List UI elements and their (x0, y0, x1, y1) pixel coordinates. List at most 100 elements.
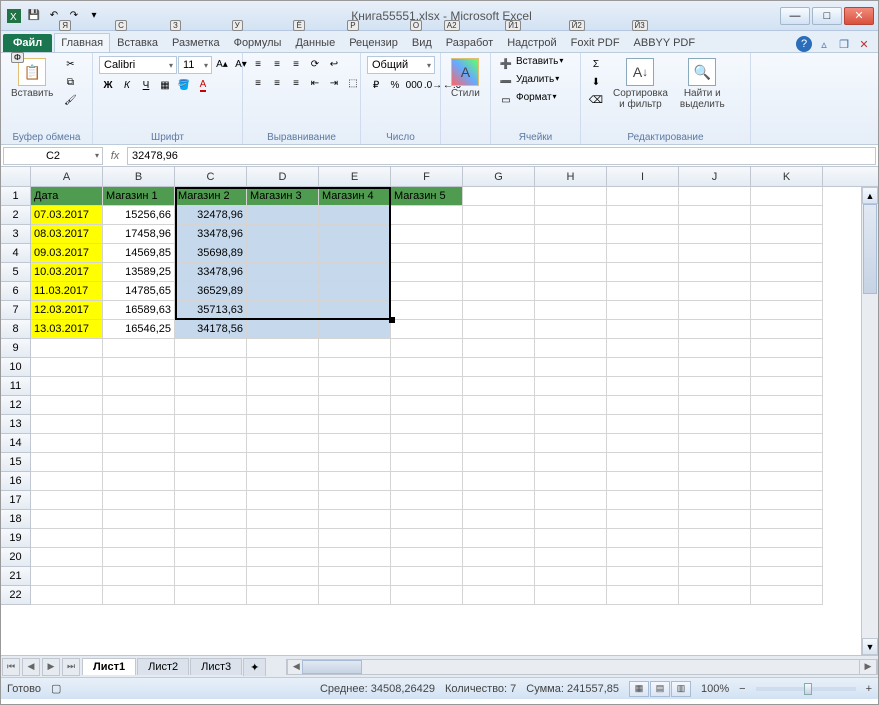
orientation-icon[interactable]: ⟳ (306, 56, 324, 72)
cell[interactable] (175, 510, 247, 529)
cell[interactable] (319, 225, 391, 244)
cell[interactable] (535, 567, 607, 586)
cell[interactable] (391, 320, 463, 339)
row-header[interactable]: 9 (1, 339, 31, 358)
cell[interactable]: 32478,96 (175, 206, 247, 225)
cell[interactable] (463, 339, 535, 358)
column-header-J[interactable]: J (679, 167, 751, 186)
cell[interactable] (463, 320, 535, 339)
cell[interactable] (319, 377, 391, 396)
cell[interactable] (247, 206, 319, 225)
cell[interactable]: 07.03.2017 (31, 206, 103, 225)
grow-font-icon[interactable]: A▴ (213, 56, 231, 72)
cell[interactable]: Магазин 5 (391, 187, 463, 206)
copy-icon[interactable]: ⧉ (61, 74, 79, 90)
cell[interactable] (463, 282, 535, 301)
column-header-I[interactable]: I (607, 167, 679, 186)
cell[interactable] (607, 339, 679, 358)
cell[interactable] (319, 491, 391, 510)
cell[interactable] (319, 263, 391, 282)
cell[interactable] (535, 396, 607, 415)
cell[interactable] (247, 491, 319, 510)
normal-view-icon[interactable]: ▦ (629, 681, 649, 697)
cell[interactable] (31, 434, 103, 453)
hscroll-thumb[interactable] (302, 660, 362, 674)
cell[interactable] (175, 396, 247, 415)
ribbon-tab-abbyy pdf[interactable]: ABBYY PDFЙ3 (627, 33, 703, 52)
insert-cells-button[interactable]: ➕Вставить▾ (497, 56, 563, 72)
cell[interactable]: 34178,56 (175, 320, 247, 339)
cell[interactable] (391, 415, 463, 434)
increase-decimal-icon[interactable]: .0→ (424, 77, 442, 93)
excel-icon[interactable]: X (5, 7, 23, 25)
row-header[interactable]: 2 (1, 206, 31, 225)
column-header-G[interactable]: G (463, 167, 535, 186)
cell[interactable]: Магазин 1 (103, 187, 175, 206)
qat-dropdown-icon[interactable]: ▾ (85, 7, 103, 25)
cell[interactable] (679, 339, 751, 358)
cell[interactable] (175, 453, 247, 472)
cell[interactable] (247, 396, 319, 415)
cell[interactable] (31, 491, 103, 510)
cell[interactable] (607, 586, 679, 605)
cell[interactable] (391, 206, 463, 225)
cell[interactable] (463, 434, 535, 453)
font-name-combo[interactable]: Calibri (99, 56, 177, 74)
cell[interactable] (751, 263, 823, 282)
cell[interactable] (319, 301, 391, 320)
cell[interactable] (31, 415, 103, 434)
cell[interactable] (247, 263, 319, 282)
cell[interactable] (679, 282, 751, 301)
cell[interactable] (175, 377, 247, 396)
cell[interactable] (175, 415, 247, 434)
cell[interactable] (751, 510, 823, 529)
cell[interactable]: 16546,25 (103, 320, 175, 339)
cell[interactable] (679, 301, 751, 320)
cell[interactable] (679, 396, 751, 415)
cell[interactable] (391, 244, 463, 263)
cell[interactable] (607, 187, 679, 206)
cell[interactable] (607, 548, 679, 567)
cell[interactable] (751, 586, 823, 605)
format-cells-button[interactable]: ▭Формат▾ (497, 92, 557, 108)
cell[interactable]: Дата (31, 187, 103, 206)
cell[interactable] (535, 187, 607, 206)
cell[interactable] (607, 206, 679, 225)
horizontal-scrollbar[interactable]: ◀ ▶ (286, 659, 878, 675)
cell[interactable] (31, 377, 103, 396)
cell[interactable] (319, 415, 391, 434)
cell[interactable] (463, 510, 535, 529)
cell[interactable] (607, 320, 679, 339)
cell[interactable] (247, 586, 319, 605)
cell[interactable]: 10.03.2017 (31, 263, 103, 282)
column-header-H[interactable]: H (535, 167, 607, 186)
cell[interactable] (535, 320, 607, 339)
cell[interactable] (175, 548, 247, 567)
cell[interactable] (607, 396, 679, 415)
column-header-E[interactable]: E (319, 167, 391, 186)
cell[interactable]: Магазин 4 (319, 187, 391, 206)
cell[interactable] (535, 510, 607, 529)
cell[interactable] (391, 472, 463, 491)
cell[interactable]: 14785,65 (103, 282, 175, 301)
cell[interactable] (175, 529, 247, 548)
cell[interactable] (535, 491, 607, 510)
ribbon-tab-вставка[interactable]: ВставкаС (110, 33, 165, 52)
cell[interactable]: 15256,66 (103, 206, 175, 225)
fill-icon[interactable]: ⬇ (587, 74, 605, 90)
cell[interactable] (319, 472, 391, 491)
cell[interactable] (535, 472, 607, 491)
cell[interactable] (247, 339, 319, 358)
cell[interactable]: 08.03.2017 (31, 225, 103, 244)
row-header[interactable]: 7 (1, 301, 31, 320)
cell[interactable] (463, 301, 535, 320)
row-header[interactable]: 15 (1, 453, 31, 472)
cell[interactable] (607, 529, 679, 548)
cell[interactable] (175, 567, 247, 586)
cell[interactable] (679, 453, 751, 472)
cell[interactable] (751, 320, 823, 339)
border-icon[interactable]: ▦ (156, 77, 174, 93)
autosum-icon[interactable]: Σ (587, 56, 605, 72)
window-close-icon[interactable]: ✕ (856, 36, 872, 52)
font-size-combo[interactable]: 11 (178, 56, 212, 74)
